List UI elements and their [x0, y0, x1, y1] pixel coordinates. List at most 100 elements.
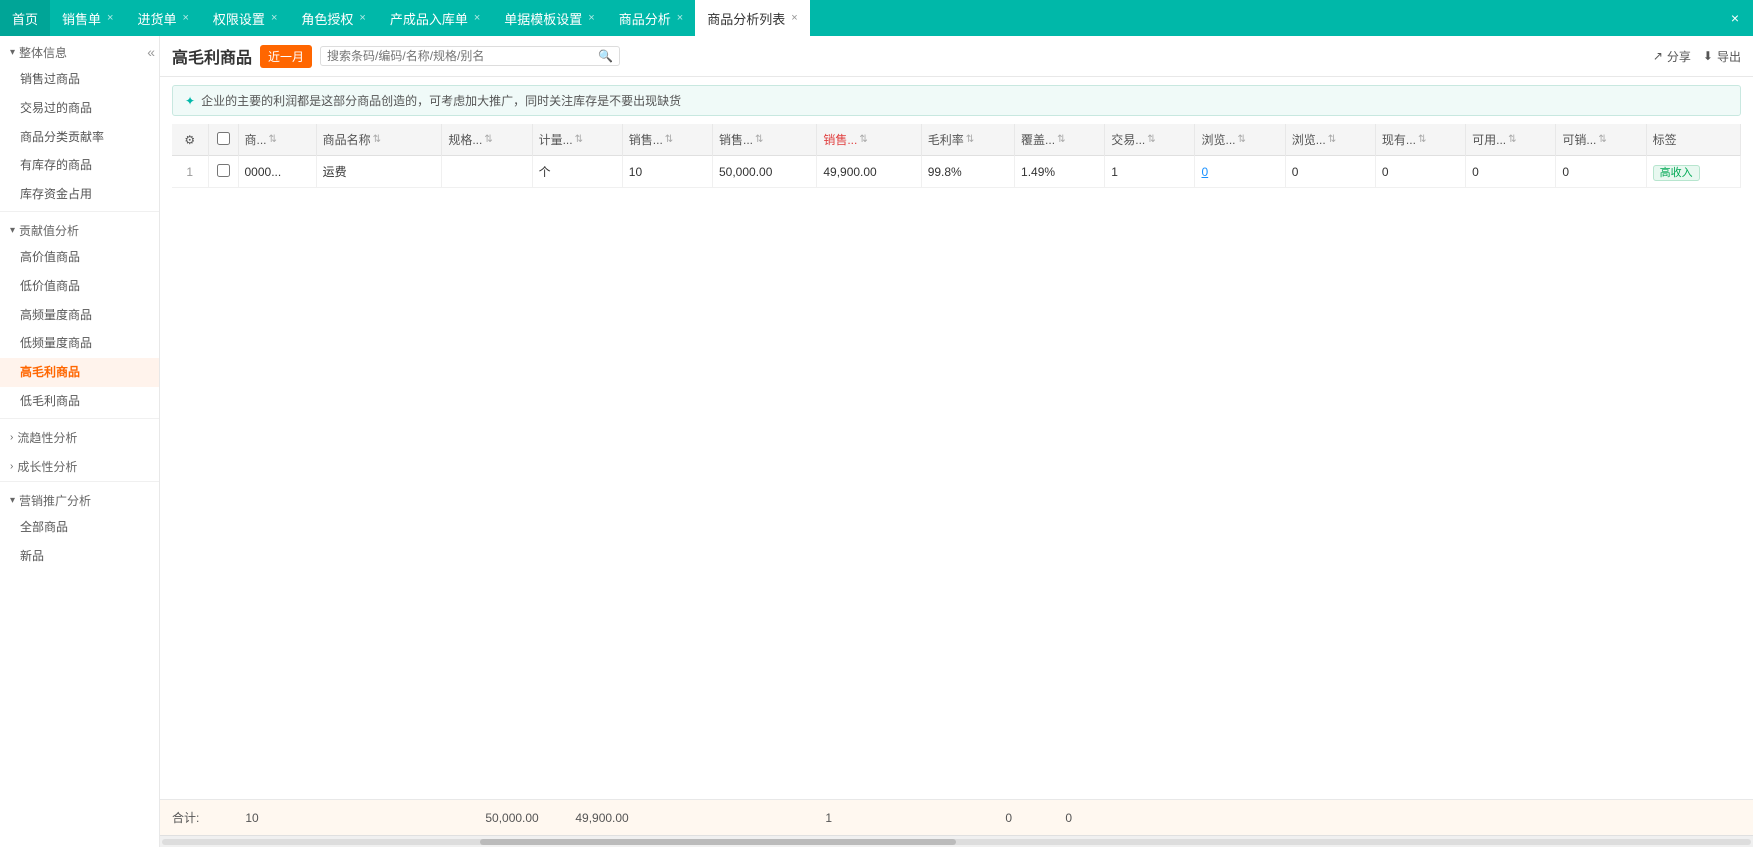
footer-transaction: 1	[819, 811, 879, 825]
search-icon[interactable]: 🔍	[598, 49, 613, 63]
footer-filler3	[879, 811, 939, 825]
nav-role-permissions[interactable]: 角色授权 ×	[289, 0, 377, 36]
col-browse2[interactable]: 浏览... ⇅	[1285, 124, 1375, 156]
nav-product-analysis-list[interactable]: 商品分析列表 ×	[695, 0, 809, 36]
row-browse2: 0	[1285, 156, 1375, 188]
nav-product-analysis[interactable]: 商品分析 ×	[607, 0, 695, 36]
sidebar-item-high-value-goods[interactable]: 高价值商品	[0, 243, 159, 272]
row-sales-cost: 49,900.00	[817, 156, 921, 188]
close-product-analysis-list[interactable]: ×	[791, 12, 797, 24]
sort-sales-count-icon: ⇅	[665, 134, 673, 145]
sidebar-item-traded-goods[interactable]: 交易过的商品	[0, 94, 159, 123]
col-saleable[interactable]: 可销... ⇅	[1556, 124, 1646, 156]
sidebar-group-overall-info[interactable]: ▾ 整体信息	[0, 36, 159, 65]
footer-filler2	[739, 811, 819, 825]
gear-icon: ⚙	[184, 133, 195, 147]
top-navigation: 首页 销售单 × 进货单 × 权限设置 × 角色授权 × 产成品入库单 × 单据…	[0, 0, 1753, 36]
col-code[interactable]: 商... ⇅	[238, 124, 316, 156]
col-current-stock[interactable]: 现有... ⇅	[1375, 124, 1465, 156]
close-order-template[interactable]: ×	[588, 12, 594, 24]
nav-home[interactable]: 首页	[0, 0, 50, 36]
search-box: 🔍	[320, 46, 620, 66]
row-checkbox[interactable]	[217, 164, 230, 177]
trend-analysis-arrow: ›	[10, 432, 13, 443]
sidebar-item-in-stock-goods[interactable]: 有库存的商品	[0, 151, 159, 180]
col-checkbox[interactable]	[208, 124, 238, 156]
sidebar-item-sales-goods[interactable]: 销售过商品	[0, 65, 159, 94]
col-settings[interactable]: ⚙	[172, 124, 208, 156]
sort-coverage-icon: ⇅	[1057, 134, 1065, 145]
sidebar-item-inventory-capital[interactable]: 库存资金占用	[0, 180, 159, 209]
sort-current-stock-icon: ⇅	[1418, 134, 1426, 145]
sidebar-item-low-margin-goods[interactable]: 低毛利商品	[0, 387, 159, 416]
total-label: 合计:	[172, 809, 199, 826]
scrollbar-track[interactable]	[162, 839, 1751, 845]
row-tag: 高收入	[1646, 156, 1740, 188]
col-unit[interactable]: 计量... ⇅	[532, 124, 622, 156]
sidebar-group-marketing-analysis[interactable]: ▾ 营销推广分析	[0, 484, 159, 513]
sidebar-group-trend-analysis[interactable]: › 流趋性分析	[0, 421, 159, 450]
nav-order-template[interactable]: 单据模板设置 ×	[492, 0, 606, 36]
nav-purchase-order[interactable]: 进货单 ×	[125, 0, 200, 36]
share-button[interactable]: ↗ 分享	[1653, 48, 1691, 65]
close-role-permissions[interactable]: ×	[359, 12, 365, 24]
sort-margin-rate-icon: ⇅	[966, 134, 974, 145]
table-container[interactable]: ⚙ 商... ⇅ 商品名称	[160, 124, 1753, 799]
nav-product-entry[interactable]: 产成品入库单 ×	[378, 0, 492, 36]
col-sales-cost[interactable]: 销售... ⇅	[817, 124, 921, 156]
nav-sales-order[interactable]: 销售单 ×	[50, 0, 125, 36]
row-margin-rate: 99.8%	[921, 156, 1014, 188]
close-sales-order[interactable]: ×	[107, 12, 113, 24]
horizontal-scrollbar[interactable]	[160, 835, 1753, 847]
col-coverage[interactable]: 覆盖... ⇅	[1015, 124, 1105, 156]
info-bar: ✦ 企业的主要的利润都是这部分商品创造的，可考虑加大推广，同时关注库存是不要出现…	[172, 85, 1741, 116]
col-name[interactable]: 商品名称 ⇅	[316, 124, 442, 156]
col-available[interactable]: 可用... ⇅	[1466, 124, 1556, 156]
row-name: 运费	[316, 156, 442, 188]
nav-permission-settings[interactable]: 权限设置 ×	[201, 0, 289, 36]
data-table: ⚙ 商... ⇅ 商品名称	[172, 124, 1741, 188]
col-transaction[interactable]: 交易... ⇅	[1105, 124, 1195, 156]
table-row: 1 0000... 运费	[172, 156, 1741, 188]
row-num: 1	[172, 156, 208, 188]
share-icon: ↗	[1653, 49, 1663, 63]
filter-recent-month-button[interactable]: 近一月	[260, 45, 312, 68]
window-close-button[interactable]: ×	[1717, 0, 1753, 36]
sidebar-collapse-button[interactable]: «	[147, 44, 155, 60]
search-input[interactable]	[327, 49, 594, 63]
sidebar-item-low-value-goods[interactable]: 低价值商品	[0, 272, 159, 301]
close-permission-settings[interactable]: ×	[271, 12, 277, 24]
sidebar-item-new-goods[interactable]: 新品	[0, 542, 159, 571]
row-available: 0	[1466, 156, 1556, 188]
header-actions: ↗ 分享 ⬇ 导出	[1653, 48, 1741, 65]
export-button[interactable]: ⬇ 导出	[1703, 48, 1741, 65]
close-purchase-order[interactable]: ×	[182, 12, 188, 24]
close-product-entry[interactable]: ×	[474, 12, 480, 24]
sidebar-item-high-margin-goods[interactable]: 高毛利商品	[0, 358, 159, 387]
sidebar-item-goods-contribution[interactable]: 商品分类贡献率	[0, 123, 159, 152]
col-browse1[interactable]: 浏览... ⇅	[1195, 124, 1285, 156]
row-browse1[interactable]: 0	[1195, 156, 1285, 188]
sidebar-group-financial-analysis[interactable]: ▾ 贡献值分析	[0, 214, 159, 243]
sidebar-item-low-freq-goods[interactable]: 低频量度商品	[0, 329, 159, 358]
sidebar-item-high-freq-goods[interactable]: 高频量度商品	[0, 301, 159, 330]
col-sales-amount[interactable]: 销售... ⇅	[713, 124, 817, 156]
sidebar-item-all-goods[interactable]: 全部商品	[0, 513, 159, 542]
col-margin-rate[interactable]: 毛利率 ⇅	[921, 124, 1014, 156]
content-area: 高毛利商品 近一月 🔍 ↗ 分享 ⬇ 导出 ✦ 企业的主要的利润都是这部分商品创…	[160, 36, 1753, 847]
overall-info-arrow: ▾	[10, 47, 15, 58]
col-spec[interactable]: 规格... ⇅	[442, 124, 532, 156]
row-saleable: 0	[1556, 156, 1646, 188]
row-sales-amount: 50,000.00	[713, 156, 817, 188]
row-sales-count: 10	[622, 156, 712, 188]
scrollbar-thumb[interactable]	[480, 839, 957, 845]
sort-sales-cost-icon: ⇅	[859, 134, 867, 145]
select-all-checkbox[interactable]	[217, 132, 230, 145]
row-checkbox-cell[interactable]	[208, 156, 238, 188]
row-code: 0000...	[238, 156, 316, 188]
col-sales-count[interactable]: 销售... ⇅	[622, 124, 712, 156]
export-icon: ⬇	[1703, 49, 1713, 63]
close-product-analysis[interactable]: ×	[677, 12, 683, 24]
footer-sales-amount: 50,000.00	[479, 811, 569, 825]
sidebar-group-growth-analysis[interactable]: › 成长性分析	[0, 450, 159, 479]
